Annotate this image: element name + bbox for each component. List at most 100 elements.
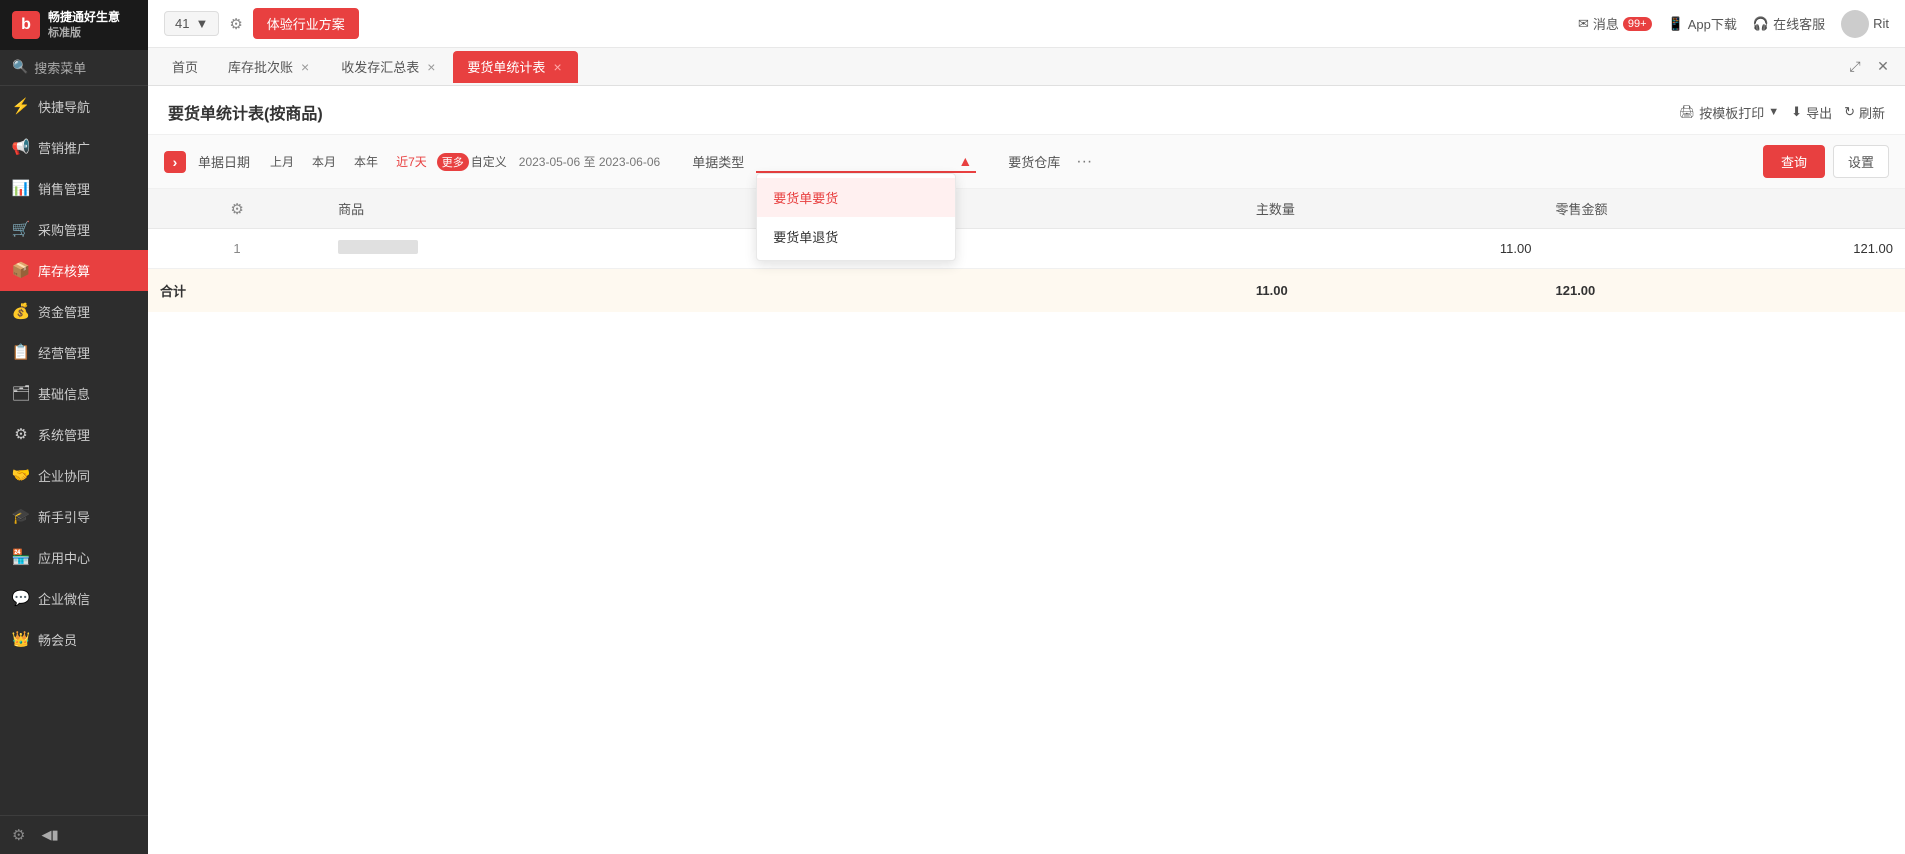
col-product: 商品 bbox=[326, 189, 821, 229]
table-wrap: ⚙ 商品 主计量单位 主数量 零售金额 1 块 bbox=[148, 189, 1905, 312]
date-options: 上月 本月 本年 近7天 更多 自定义 bbox=[262, 150, 507, 173]
online-service-label: 在线客服 bbox=[1773, 14, 1825, 33]
query-btn[interactable]: 查询 bbox=[1763, 145, 1825, 178]
sidebar-item-vip[interactable]: 👑 畅会员 bbox=[0, 619, 148, 660]
trial-btn[interactable]: 体验行业方案 bbox=[253, 8, 359, 39]
refresh-label: 刷新 bbox=[1859, 103, 1885, 122]
sidebar-item-enterprise[interactable]: 🤝 企业协同 bbox=[0, 455, 148, 496]
export-label: 导出 bbox=[1806, 103, 1832, 122]
date-btn-this-month[interactable]: 本月 bbox=[304, 150, 344, 173]
shortcuts-icon: ⚡ bbox=[12, 97, 30, 115]
sidebar-item-inventory[interactable]: 📦 库存核算 bbox=[0, 250, 148, 291]
filter-bar: › 单据日期 上月 本月 本年 近7天 更多 自定义 2023-05-06 至 … bbox=[148, 135, 1905, 189]
table-settings-icon[interactable]: ⚙ bbox=[230, 201, 243, 218]
date-btn-last-month[interactable]: 上月 bbox=[262, 150, 302, 173]
topbar-settings-icon[interactable]: ⚙ bbox=[229, 15, 242, 33]
cell-quantity: 11.00 bbox=[1244, 229, 1544, 269]
store-dropdown-icon: ▼ bbox=[195, 16, 208, 31]
topbar: 41 ▼ ⚙ 体验行业方案 ✉ 消息 99+ 📱 App下载 🎧 在线客服 R bbox=[148, 0, 1905, 48]
type-select-arrow[interactable]: ▲ bbox=[958, 153, 972, 169]
messages-btn[interactable]: ✉ 消息 99+ bbox=[1578, 14, 1652, 33]
dropdown-item-order-goods[interactable]: 要货单要货 bbox=[757, 178, 955, 217]
refresh-btn[interactable]: ↻ 刷新 bbox=[1844, 103, 1885, 122]
footer-amount: 121.00 bbox=[1544, 269, 1905, 313]
sidebar-search[interactable]: 🔍 搜索菜单 bbox=[0, 50, 148, 86]
tab-order-summary[interactable]: 要货单统计表 × bbox=[453, 51, 577, 83]
sales-icon: 📊 bbox=[12, 179, 30, 197]
export-icon: ⬇ bbox=[1791, 104, 1802, 120]
tab-receive-summary-close[interactable]: × bbox=[425, 60, 437, 74]
tab-close-all-icon[interactable]: ✕ bbox=[1871, 55, 1895, 79]
page-actions: 🖨 按模板打印 ▼ ⬇ 导出 ↻ 刷新 bbox=[1679, 103, 1885, 122]
tab-inventory-batch[interactable]: 库存批次账 × bbox=[214, 51, 325, 83]
type-select-input[interactable] bbox=[760, 153, 958, 168]
date-filter-label: 单据日期 bbox=[198, 152, 250, 171]
filter-expand-btn[interactable]: › bbox=[164, 151, 186, 173]
dropdown-item-order-return[interactable]: 要货单退货 bbox=[757, 217, 955, 256]
col-amount: 零售金额 bbox=[1544, 189, 1905, 229]
type-select[interactable]: ▲ bbox=[756, 151, 976, 173]
store-selector[interactable]: 41 ▼ bbox=[164, 11, 219, 36]
footer-quantity: 11.00 bbox=[1244, 269, 1544, 313]
tab-expand-btns: ⤢ ✕ bbox=[1843, 55, 1895, 79]
sidebar-item-shortcuts[interactable]: ⚡ 快捷导航 bbox=[0, 86, 148, 127]
sidebar-item-finance[interactable]: 💰 资金管理 bbox=[0, 291, 148, 332]
online-service-btn[interactable]: 🎧 在线客服 bbox=[1753, 14, 1825, 33]
sidebar-item-guide[interactable]: 🎓 新手引导 bbox=[0, 496, 148, 537]
table-footer-row: 合计 11.00 121.00 bbox=[148, 269, 1905, 313]
app-logo: b bbox=[12, 11, 40, 39]
sidebar-item-system[interactable]: ⚙ 系统管理 bbox=[0, 414, 148, 455]
sidebar-item-basic[interactable]: 🗂 基础信息 bbox=[0, 373, 148, 414]
operations-icon: 📋 bbox=[12, 343, 30, 361]
app-download-btn[interactable]: 📱 App下载 bbox=[1668, 14, 1737, 33]
page-header: 要货单统计表(按商品) 🖨 按模板打印 ▼ ⬇ 导出 ↻ 刷新 bbox=[148, 86, 1905, 135]
tab-inventory-batch-label: 库存批次账 bbox=[228, 57, 293, 76]
settings-footer-icon[interactable]: ⚙ bbox=[12, 826, 25, 844]
guide-icon: 🎓 bbox=[12, 507, 30, 525]
col-settings[interactable]: ⚙ bbox=[148, 189, 326, 229]
settings-btn[interactable]: 设置 bbox=[1833, 145, 1889, 178]
export-btn[interactable]: ⬇ 导出 bbox=[1791, 103, 1832, 122]
topbar-right: ✉ 消息 99+ 📱 App下载 🎧 在线客服 Rit bbox=[1578, 10, 1889, 38]
app-download-label: App下载 bbox=[1688, 14, 1737, 33]
finance-icon: 💰 bbox=[12, 302, 30, 320]
sidebar: b 畅捷通好生意 标准版 🔍 搜索菜单 ⚡ 快捷导航 📢 营销推广 📊 销售管理… bbox=[0, 0, 148, 854]
download-icon: 📱 bbox=[1668, 16, 1684, 32]
sidebar-footer: ⚙ ◀▮ bbox=[0, 815, 148, 854]
purchase-icon: 🛒 bbox=[12, 220, 30, 238]
sidebar-item-wechat[interactable]: 💬 企业微信 bbox=[0, 578, 148, 619]
footer-unit bbox=[821, 269, 1244, 313]
date-btn-this-year[interactable]: 本年 bbox=[346, 150, 386, 173]
store-name: 41 bbox=[175, 16, 189, 31]
sidebar-item-marketing[interactable]: 📢 营销推广 bbox=[0, 127, 148, 168]
print-template-btn[interactable]: 🖨 按模板打印 ▼ bbox=[1679, 103, 1779, 122]
cell-index: 1 bbox=[148, 229, 326, 269]
main-area: 41 ▼ ⚙ 体验行业方案 ✉ 消息 99+ 📱 App下载 🎧 在线客服 R bbox=[148, 0, 1905, 854]
collapse-sidebar-btn[interactable]: ◀▮ bbox=[41, 827, 58, 843]
tabs-bar: 首页 库存批次账 × 收发存汇总表 × 要货单统计表 × ⤢ ✕ bbox=[148, 48, 1905, 86]
refresh-icon: ↻ bbox=[1844, 104, 1855, 120]
warehouse-filter-label: 要货仓库 bbox=[1008, 152, 1060, 171]
tab-receive-summary-label: 收发存汇总表 bbox=[341, 57, 419, 76]
sidebar-item-sales[interactable]: 📊 销售管理 bbox=[0, 168, 148, 209]
date-custom-btn[interactable]: 自定义 bbox=[471, 153, 507, 170]
sidebar-item-operations[interactable]: 📋 经营管理 bbox=[0, 332, 148, 373]
basic-icon: 🗂 bbox=[12, 384, 30, 402]
user-profile-btn[interactable]: Rit bbox=[1841, 10, 1889, 38]
warehouse-more-icon[interactable]: ··· bbox=[1076, 153, 1092, 171]
tab-inventory-batch-close[interactable]: × bbox=[299, 60, 311, 74]
date-more-badge[interactable]: 更多 bbox=[437, 153, 469, 171]
type-dropdown: 要货单要货 要货单退货 bbox=[756, 173, 956, 261]
tab-receive-summary[interactable]: 收发存汇总表 × bbox=[327, 51, 451, 83]
tab-expand-icon[interactable]: ⤢ bbox=[1843, 55, 1867, 79]
tab-order-summary-close[interactable]: × bbox=[551, 60, 563, 74]
product-placeholder bbox=[338, 240, 418, 254]
date-btn-last7days[interactable]: 近7天 bbox=[388, 150, 435, 173]
sidebar-item-appstore[interactable]: 🏪 应用中心 bbox=[0, 537, 148, 578]
tab-order-summary-label: 要货单统计表 bbox=[467, 57, 545, 76]
messages-badge: 99+ bbox=[1623, 17, 1652, 31]
sidebar-item-purchase[interactable]: 🛒 采购管理 bbox=[0, 209, 148, 250]
appstore-icon: 🏪 bbox=[12, 548, 30, 566]
table-row: 1 块 11.00 121.00 bbox=[148, 229, 1905, 269]
tab-home[interactable]: 首页 bbox=[158, 51, 212, 83]
